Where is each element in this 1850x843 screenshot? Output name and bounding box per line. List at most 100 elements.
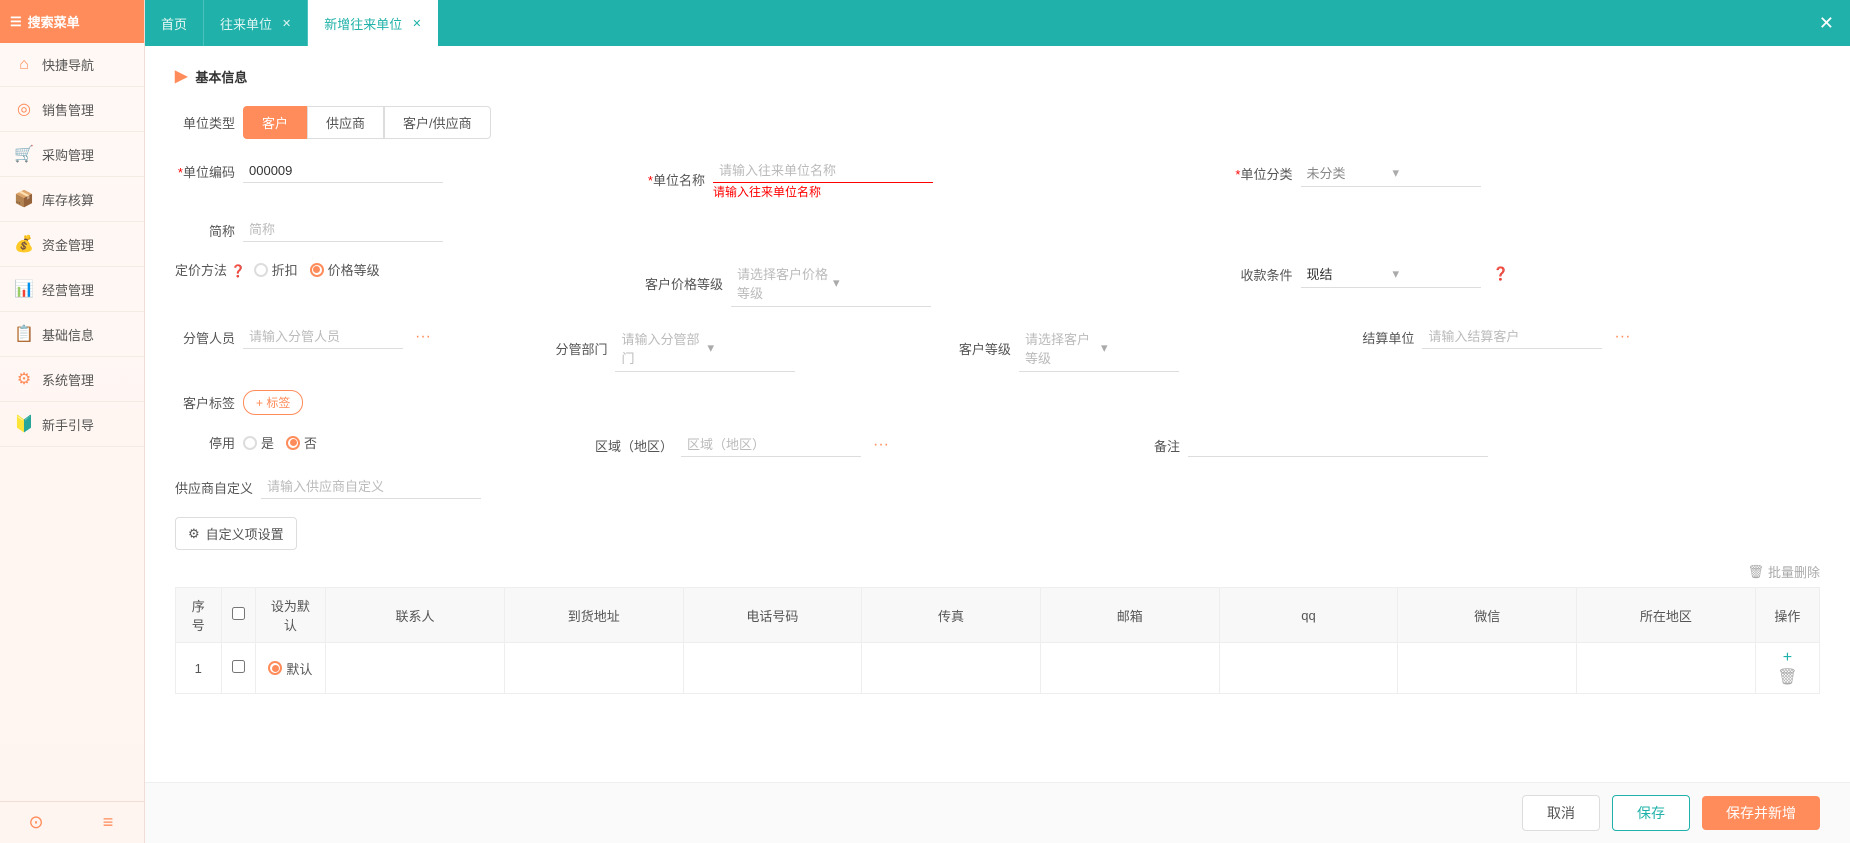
select-all-checkbox[interactable]	[232, 607, 245, 620]
batch-delete-icon: 🗑	[1747, 564, 1764, 580]
wechat-input[interactable]	[1408, 661, 1566, 676]
unit-name-wrapper: 请输入往来单位名称	[713, 159, 933, 200]
pricing-question-icon[interactable]: ❓	[231, 264, 246, 278]
sidebar-item-inventory[interactable]: 📦 库存核算	[0, 177, 144, 222]
batch-delete-btn[interactable]: 🗑 批量删除	[1747, 562, 1820, 581]
disabled-no[interactable]: 否	[286, 433, 317, 452]
type-btn-customer[interactable]: 客户	[243, 106, 307, 139]
short-name-label: 简称	[175, 221, 235, 240]
row-index: 1	[176, 643, 222, 694]
tab-counterpart[interactable]: 往来单位 ✕	[204, 0, 308, 46]
customer-price-level-field: 客户价格等级 请选择客户价格等级 ▾	[645, 260, 1233, 307]
gear-icon: ⚙	[188, 526, 200, 542]
customer-tag-add-btn[interactable]: + 标签	[243, 390, 303, 415]
manager-input[interactable]	[243, 325, 403, 349]
email-input[interactable]	[1051, 661, 1209, 676]
del-row-btn[interactable]: 🗑	[1777, 669, 1797, 686]
sidebar-item-guide[interactable]: 🔰 新手引导	[0, 402, 144, 447]
tab-counterpart-close[interactable]: ✕	[282, 17, 291, 30]
col-qq: qq	[1219, 588, 1398, 643]
sidebar-item-label: 系统管理	[42, 370, 94, 389]
customer-price-level-select[interactable]: 请选择客户价格等级 ▾	[731, 260, 931, 307]
row-area[interactable]	[1577, 643, 1756, 694]
customer-level-select[interactable]: 请选择客户等级 ▾	[1019, 325, 1179, 372]
sidebar-item-label: 经营管理	[42, 280, 94, 299]
custom-settings-label: 自定义项设置	[206, 524, 284, 543]
sidebar-item-purchase[interactable]: 🛒 采购管理	[0, 132, 144, 177]
row-select-checkbox[interactable]	[232, 660, 245, 673]
row-default: 默认	[255, 643, 326, 694]
save-new-button[interactable]: 保存并新增	[1702, 796, 1820, 830]
payment-question-icon[interactable]: ❓	[1493, 266, 1509, 282]
disabled-no-circle	[286, 436, 300, 450]
sidebar-item-quick-nav[interactable]: ⌂ 快捷导航	[0, 43, 144, 87]
col-action: 操作	[1755, 588, 1819, 643]
row-phone[interactable]	[683, 643, 862, 694]
col-phone: 电话号码	[683, 588, 862, 643]
col-address: 到货地址	[504, 588, 683, 643]
row-contact[interactable]	[326, 643, 505, 694]
sidebar-item-base-info[interactable]: 📋 基础信息	[0, 312, 144, 357]
address-input[interactable]	[515, 661, 673, 676]
home-icon: ⌂	[14, 56, 34, 74]
manager-dots-btn[interactable]: ···	[415, 328, 431, 346]
row-fax[interactable]	[862, 643, 1041, 694]
pricing-radio-price-level[interactable]: 价格等级	[310, 260, 380, 279]
short-name-input[interactable]	[243, 218, 443, 242]
region-dots-btn[interactable]: ···	[873, 436, 889, 454]
save-button[interactable]: 保存	[1612, 795, 1690, 831]
tabbar-close-btn[interactable]: ✕	[1803, 13, 1850, 34]
row-email[interactable]	[1040, 643, 1219, 694]
type-btn-supplier[interactable]: 供应商	[307, 106, 384, 139]
guide-icon: 🔰	[14, 414, 34, 434]
sidebar-bottom-btn-right[interactable]: ≡	[72, 802, 144, 843]
unit-name-input[interactable]	[713, 159, 933, 183]
tab-new-counterpart[interactable]: 新增往来单位 ✕	[308, 0, 438, 46]
remark-input[interactable]	[1188, 433, 1488, 457]
tab-new-counterpart-label: 新增往来单位	[324, 14, 402, 33]
customer-tag-field: 客户标签 + 标签	[175, 390, 1820, 415]
pricing-radio-discount[interactable]: 折扣	[254, 260, 298, 279]
unit-code-input[interactable]	[243, 159, 443, 183]
sidebar-search-label: 搜索菜单	[28, 12, 80, 31]
settlement-dots-btn[interactable]: ···	[1614, 328, 1630, 346]
type-btn-both[interactable]: 客户/供应商	[384, 106, 491, 139]
remark-field: 备注	[1120, 433, 1820, 457]
unit-category-select[interactable]: 未分类 ▾	[1301, 159, 1481, 187]
cancel-button[interactable]: 取消	[1522, 795, 1600, 831]
qq-input[interactable]	[1230, 661, 1388, 676]
sidebar-item-system[interactable]: ⚙ 系统管理	[0, 357, 144, 402]
area-input[interactable]	[1587, 661, 1745, 676]
unit-category-field: *单位分类 未分类 ▾	[1233, 159, 1821, 187]
customer-tag-row: 客户标签 + 标签	[175, 390, 1820, 415]
sidebar-item-finance[interactable]: 💰 资金管理	[0, 222, 144, 267]
department-select[interactable]: 请输入分管部门 ▾	[615, 325, 795, 372]
customer-level-placeholder: 请选择客户等级	[1025, 329, 1097, 367]
department-field: 分管部门 请输入分管部门 ▾	[547, 325, 950, 372]
sidebar-item-label: 快捷导航	[42, 55, 94, 74]
sidebar-bottom-btn-left[interactable]: ⊙	[0, 802, 72, 843]
contact-input[interactable]	[336, 661, 494, 676]
region-input[interactable]	[681, 433, 861, 457]
settlement-unit-field: 结算单位 ···	[1354, 325, 1820, 349]
dept-dropdown-arrow: ▾	[707, 340, 789, 356]
settlement-unit-input[interactable]	[1422, 325, 1602, 349]
phone-input[interactable]	[694, 661, 852, 676]
tab-new-counterpart-close[interactable]: ✕	[412, 17, 421, 30]
sidebar-item-operations[interactable]: 📊 经营管理	[0, 267, 144, 312]
tab-home[interactable]: 首页	[145, 0, 204, 46]
row-default-radio[interactable]: 默认	[266, 659, 316, 678]
base-info-icon: 📋	[14, 324, 34, 344]
sidebar-item-sales[interactable]: ◎ 销售管理	[0, 87, 144, 132]
unit-type-label: 单位类型	[175, 113, 235, 132]
sidebar-search[interactable]: ☰ 搜索菜单	[0, 0, 144, 43]
add-row-btn[interactable]: +	[1783, 649, 1792, 666]
row-address[interactable]	[504, 643, 683, 694]
payment-terms-select[interactable]: 现结 ▾	[1301, 260, 1481, 288]
custom-settings-btn[interactable]: ⚙ 自定义项设置	[175, 517, 297, 550]
fax-input[interactable]	[872, 661, 1030, 676]
disabled-yes[interactable]: 是	[243, 433, 274, 452]
supplier-custom-input[interactable]	[261, 475, 481, 499]
row-qq[interactable]	[1219, 643, 1398, 694]
row-wechat[interactable]	[1398, 643, 1577, 694]
